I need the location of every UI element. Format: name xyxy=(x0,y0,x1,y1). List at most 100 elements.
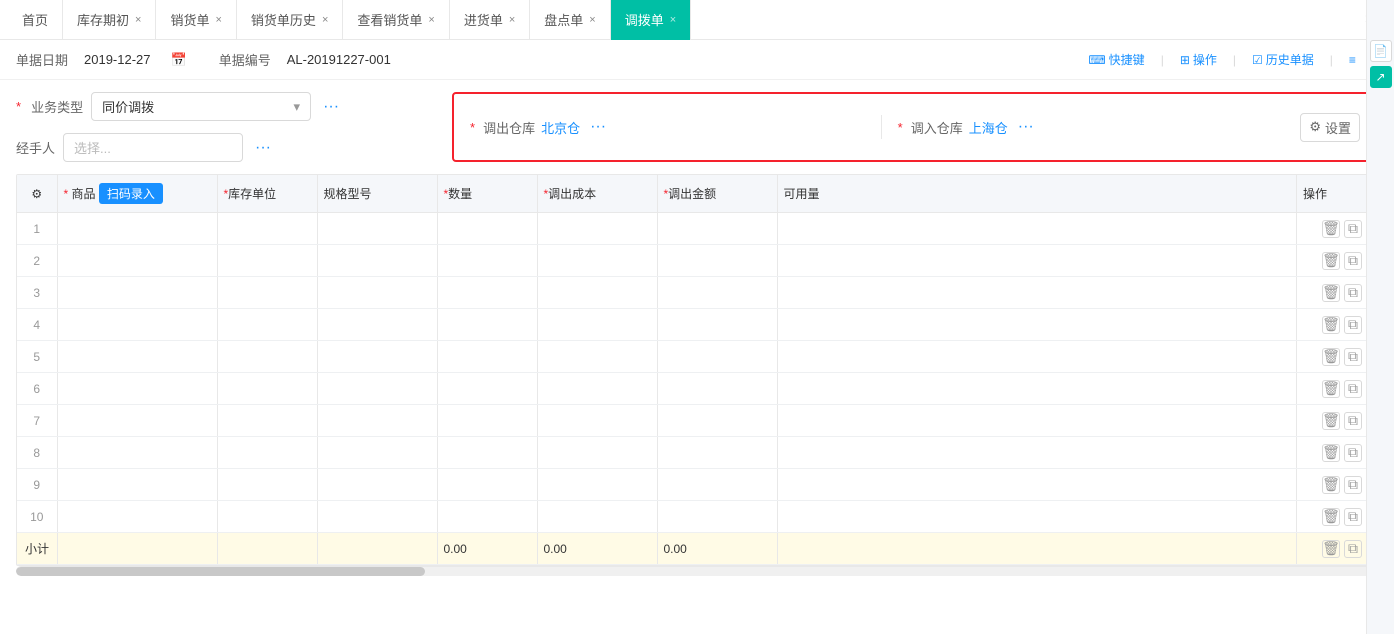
copy-icon[interactable]: ⧉ xyxy=(1344,412,1362,430)
tab-stocktake[interactable]: 盘点单 × xyxy=(530,0,610,40)
sidebar-expand-btn[interactable]: ↗ xyxy=(1370,66,1392,88)
delete-icon[interactable]: 🗑 xyxy=(1322,220,1340,238)
spec-cell[interactable] xyxy=(317,213,437,245)
tab-sales-order[interactable]: 销货单 × xyxy=(156,0,236,40)
copy-icon[interactable]: ⧉ xyxy=(1344,252,1362,270)
product-cell[interactable] xyxy=(57,405,217,437)
product-cell[interactable] xyxy=(57,309,217,341)
copy-icon[interactable]: ⧉ xyxy=(1344,380,1362,398)
product-cell[interactable] xyxy=(57,469,217,501)
amount-cell[interactable] xyxy=(657,501,777,533)
layout-btn1[interactable]: ≡ xyxy=(1349,53,1356,67)
amount-cell[interactable] xyxy=(657,469,777,501)
spec-cell[interactable] xyxy=(317,245,437,277)
tab-close-transfer[interactable]: × xyxy=(670,14,676,26)
qty-cell[interactable] xyxy=(437,309,537,341)
history-btn[interactable]: ☑ 历史单据 xyxy=(1252,51,1314,68)
unit-cell[interactable] xyxy=(217,501,317,533)
shortcuts-btn[interactable]: ⌨ 快捷键 xyxy=(1088,51,1144,68)
amount-cell[interactable] xyxy=(657,309,777,341)
spec-cell[interactable] xyxy=(317,277,437,309)
handler-more-btn[interactable]: ··· xyxy=(251,139,275,157)
handler-input[interactable]: 选择... xyxy=(63,133,243,162)
delete-icon[interactable]: 🗑 xyxy=(1322,252,1340,270)
amount-cell[interactable] xyxy=(657,405,777,437)
delete-icon[interactable]: 🗑 xyxy=(1322,540,1340,558)
unit-cell[interactable] xyxy=(217,405,317,437)
qty-cell[interactable] xyxy=(437,405,537,437)
copy-icon[interactable]: ⧉ xyxy=(1344,348,1362,366)
product-cell[interactable] xyxy=(57,501,217,533)
unit-cell[interactable] xyxy=(217,437,317,469)
delete-icon[interactable]: 🗑 xyxy=(1322,444,1340,462)
tab-sales-history[interactable]: 销货单历史 × xyxy=(237,0,343,40)
product-cell[interactable] xyxy=(57,245,217,277)
cost-cell[interactable] xyxy=(537,341,657,373)
amount-cell[interactable] xyxy=(657,213,777,245)
cost-cell[interactable] xyxy=(537,245,657,277)
date-value[interactable]: 2019-12-27 xyxy=(84,52,151,67)
tab-close-purchase[interactable]: × xyxy=(509,14,515,26)
qty-cell[interactable] xyxy=(437,437,537,469)
cost-cell[interactable] xyxy=(537,469,657,501)
product-cell[interactable] xyxy=(57,437,217,469)
col-header-gear[interactable]: ⚙ xyxy=(17,175,57,213)
horizontal-scrollbar[interactable] xyxy=(16,566,1378,576)
scan-barcode-button[interactable]: 扫码录入 xyxy=(99,183,163,204)
tab-purchase[interactable]: 进货单 × xyxy=(450,0,530,40)
amount-cell[interactable] xyxy=(657,245,777,277)
tab-home[interactable]: 首页 xyxy=(8,0,63,40)
copy-icon[interactable]: ⧉ xyxy=(1344,220,1362,238)
spec-cell[interactable] xyxy=(317,373,437,405)
unit-cell[interactable] xyxy=(217,373,317,405)
unit-cell[interactable] xyxy=(217,469,317,501)
qty-cell[interactable] xyxy=(437,213,537,245)
tab-view-sales[interactable]: 查看销货单 × xyxy=(343,0,449,40)
sidebar-doc-btn[interactable]: 📄 xyxy=(1370,40,1392,62)
copy-icon[interactable]: ⧉ xyxy=(1344,444,1362,462)
product-cell[interactable] xyxy=(57,277,217,309)
qty-cell[interactable] xyxy=(437,341,537,373)
spec-cell[interactable] xyxy=(317,469,437,501)
qty-cell[interactable] xyxy=(437,373,537,405)
cost-cell[interactable] xyxy=(537,437,657,469)
tab-inventory-init[interactable]: 库存期初 × xyxy=(63,0,156,40)
qty-cell[interactable] xyxy=(437,469,537,501)
cost-cell[interactable] xyxy=(537,373,657,405)
spec-cell[interactable] xyxy=(317,341,437,373)
unit-cell[interactable] xyxy=(217,245,317,277)
delete-icon[interactable]: 🗑 xyxy=(1322,284,1340,302)
calendar-icon[interactable]: 📅 xyxy=(171,52,187,68)
tab-close-stocktake[interactable]: × xyxy=(589,14,595,26)
cost-cell[interactable] xyxy=(537,405,657,437)
spec-cell[interactable] xyxy=(317,309,437,341)
spec-cell[interactable] xyxy=(317,437,437,469)
product-cell[interactable] xyxy=(57,213,217,245)
qty-cell[interactable] xyxy=(437,277,537,309)
target-warehouse-value[interactable]: 上海仓 xyxy=(969,118,1008,137)
unit-cell[interactable] xyxy=(217,213,317,245)
qty-cell[interactable] xyxy=(437,245,537,277)
amount-cell[interactable] xyxy=(657,373,777,405)
scroll-thumb[interactable] xyxy=(16,567,425,576)
business-type-select[interactable]: 同价调拨 ▾ xyxy=(91,92,311,121)
settings-button[interactable]: ⚙ 设置 xyxy=(1300,113,1360,142)
unit-cell[interactable] xyxy=(217,309,317,341)
copy-icon[interactable]: ⧉ xyxy=(1344,540,1362,558)
delete-icon[interactable]: 🗑 xyxy=(1322,412,1340,430)
delete-icon[interactable]: 🗑 xyxy=(1322,348,1340,366)
cost-cell[interactable] xyxy=(537,213,657,245)
delete-icon[interactable]: 🗑 xyxy=(1322,316,1340,334)
delete-icon[interactable]: 🗑 xyxy=(1322,476,1340,494)
source-warehouse-more-btn[interactable]: ··· xyxy=(586,118,610,136)
tab-close-sales-history[interactable]: × xyxy=(322,14,328,26)
spec-cell[interactable] xyxy=(317,501,437,533)
cost-cell[interactable] xyxy=(537,309,657,341)
amount-cell[interactable] xyxy=(657,341,777,373)
unit-cell[interactable] xyxy=(217,341,317,373)
operations-btn[interactable]: ⊞ 操作 xyxy=(1180,51,1217,68)
business-type-more-btn[interactable]: ··· xyxy=(319,98,343,116)
copy-icon[interactable]: ⧉ xyxy=(1344,476,1362,494)
spec-cell[interactable] xyxy=(317,405,437,437)
tab-close-view-sales[interactable]: × xyxy=(428,14,434,26)
